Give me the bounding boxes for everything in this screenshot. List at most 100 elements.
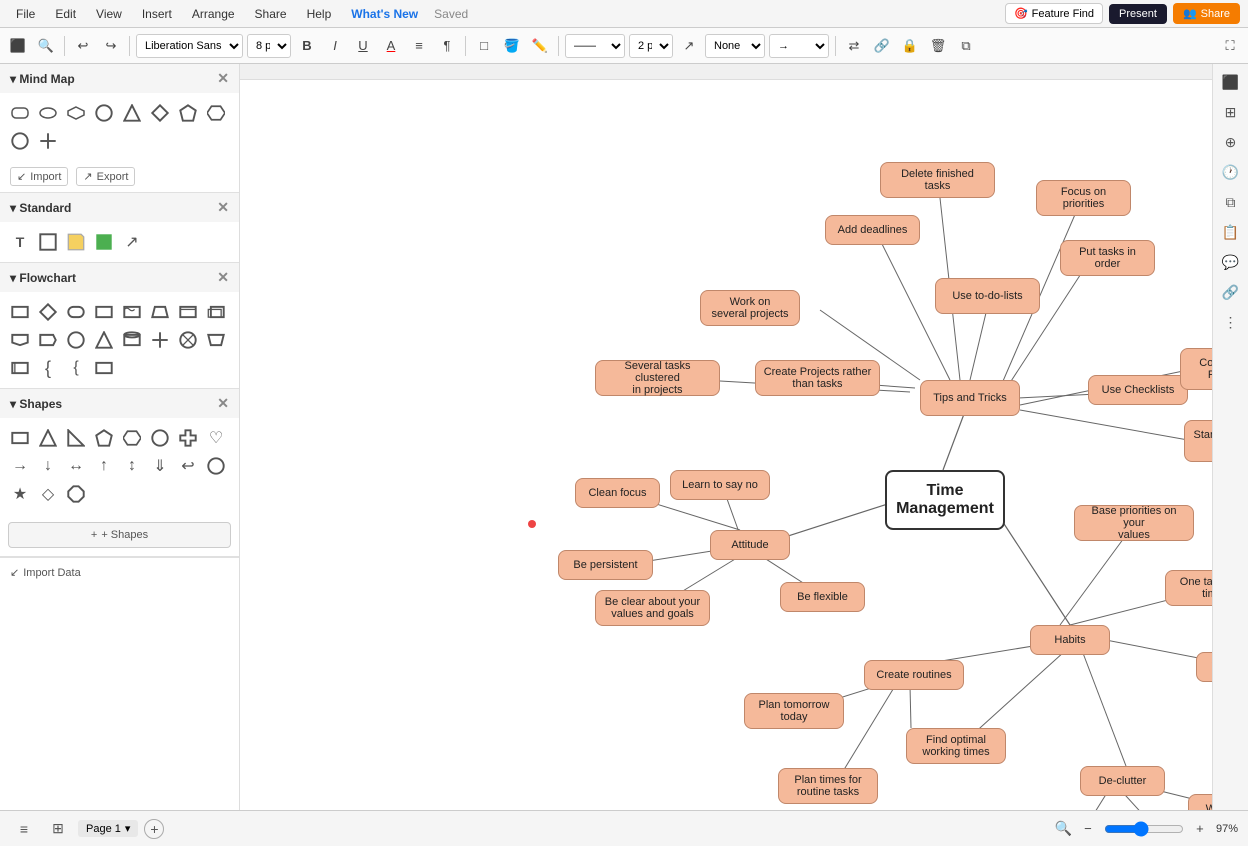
node-de-clutter[interactable]: De-clutter bbox=[1080, 766, 1165, 796]
fc-brace[interactable]: { bbox=[36, 356, 60, 380]
node-attitude[interactable]: Attitude bbox=[710, 530, 790, 560]
fc-trapezoid2[interactable] bbox=[204, 328, 228, 352]
fc-pentagon[interactable] bbox=[8, 328, 32, 352]
connection-select[interactable]: None bbox=[705, 34, 765, 58]
s-cross-shape[interactable] bbox=[176, 426, 200, 450]
add-shapes-button[interactable]: + + Shapes bbox=[8, 522, 231, 548]
present-button[interactable]: Present bbox=[1109, 4, 1167, 24]
export-btn[interactable]: ↗ Export bbox=[76, 167, 135, 186]
right-btn-layers[interactable]: ⧉ bbox=[1217, 188, 1245, 216]
s-return-arrow[interactable]: ↩ bbox=[176, 454, 200, 478]
fc-arrow-rect[interactable] bbox=[36, 328, 60, 352]
s-triangle[interactable] bbox=[36, 426, 60, 450]
fc-rect3[interactable] bbox=[176, 300, 200, 324]
add-page-btn[interactable]: + bbox=[144, 819, 164, 839]
right-btn-share2[interactable]: 🔗 bbox=[1217, 278, 1245, 306]
right-btn-clock[interactable]: 🕐 bbox=[1217, 158, 1245, 186]
reverse-btn[interactable]: ⇄ bbox=[842, 34, 866, 58]
node-create-projects[interactable]: Create Projects rather than tasks bbox=[755, 360, 880, 396]
underline-btn[interactable]: U bbox=[351, 34, 375, 58]
node-tips[interactable]: Tips and Tricks bbox=[920, 380, 1020, 416]
stroke-btn[interactable]: ✏️ bbox=[528, 34, 552, 58]
s-arrow-down[interactable]: ↓ bbox=[36, 454, 60, 478]
menu-edit[interactable]: Edit bbox=[47, 5, 84, 23]
node-be-persistent[interactable]: Be persistent bbox=[558, 550, 653, 580]
menu-view[interactable]: View bbox=[88, 5, 130, 23]
s-circle[interactable] bbox=[148, 426, 172, 450]
shape-pentagon[interactable] bbox=[176, 101, 200, 125]
shape-hexagon[interactable] bbox=[64, 101, 88, 125]
node-sop[interactable]: Standard Operating Procedures bbox=[1184, 420, 1212, 462]
standard-text[interactable]: T bbox=[8, 230, 32, 254]
arrow-select[interactable]: → bbox=[769, 34, 829, 58]
shape-circle2[interactable] bbox=[8, 129, 32, 153]
s-arrow-both[interactable]: ↕ bbox=[120, 454, 144, 478]
fc-rect5[interactable] bbox=[8, 356, 32, 380]
shape-triangle[interactable] bbox=[120, 101, 144, 125]
fc-cylinder[interactable] bbox=[120, 328, 144, 352]
s-arrow-left-right[interactable]: ↔ bbox=[64, 454, 88, 478]
s-right-triangle[interactable] bbox=[64, 426, 88, 450]
s-arrow-down2[interactable]: ⇓ bbox=[148, 454, 172, 478]
lock-btn[interactable]: 🔒 bbox=[898, 34, 922, 58]
duplicate-btn[interactable]: ⧉ bbox=[954, 34, 978, 58]
waypoint-btn[interactable]: ↗ bbox=[677, 34, 701, 58]
s-circle2[interactable] bbox=[204, 454, 228, 478]
delete-btn[interactable]: 🗑 bbox=[926, 34, 950, 58]
node-base-priorities[interactable]: Base priorities on your values bbox=[1074, 505, 1194, 541]
italic-btn[interactable]: I bbox=[323, 34, 347, 58]
bold-btn[interactable]: B bbox=[295, 34, 319, 58]
toolbar-redo-btn[interactable]: ↪ bbox=[99, 34, 123, 58]
shape-cross[interactable] bbox=[36, 129, 60, 153]
link-btn[interactable]: 🔗 bbox=[870, 34, 894, 58]
toolbar-search-btn[interactable]: 🔍 bbox=[34, 34, 58, 58]
shape-circle[interactable] bbox=[92, 101, 116, 125]
shapes-close[interactable]: ✕ bbox=[217, 395, 229, 412]
text-format-btn[interactable]: ¶ bbox=[435, 34, 459, 58]
menu-share[interactable]: Share bbox=[247, 5, 295, 23]
fc-rect4[interactable] bbox=[204, 300, 228, 324]
fc-diamond[interactable] bbox=[36, 300, 60, 324]
node-learn-say-no[interactable]: Learn to say no bbox=[670, 470, 770, 500]
node-comm-prefs[interactable]: Communication Preferences bbox=[1180, 348, 1212, 390]
fc-circle[interactable] bbox=[64, 328, 88, 352]
node-put-tasks-order[interactable]: Put tasks in order bbox=[1060, 240, 1155, 276]
node-write-down[interactable]: Write it down bbox=[1196, 652, 1212, 682]
node-focus-priorities[interactable]: Focus on priorities bbox=[1036, 180, 1131, 216]
shape-diamond[interactable] bbox=[148, 101, 172, 125]
node-use-todo[interactable]: Use to-do-lists bbox=[935, 278, 1040, 314]
fc-triangle[interactable] bbox=[92, 328, 116, 352]
right-btn-table[interactable]: ⊞ bbox=[1217, 98, 1245, 126]
toolbar-shapes-btn[interactable]: ⬛ bbox=[6, 34, 30, 58]
align-left-btn[interactable]: ≡ bbox=[407, 34, 431, 58]
standard-green-rect[interactable] bbox=[92, 230, 116, 254]
node-use-checklists[interactable]: Use Checklists bbox=[1088, 375, 1188, 405]
node-delete-tasks[interactable]: Delete finished tasks bbox=[880, 162, 995, 198]
node-several-tasks[interactable]: Several tasks clustered in projects bbox=[595, 360, 720, 396]
node-habits[interactable]: Habits bbox=[1030, 625, 1110, 655]
node-workspace[interactable]: Workspace bbox=[1188, 794, 1212, 810]
fc-rounded[interactable] bbox=[64, 300, 88, 324]
fc-rect2[interactable] bbox=[92, 300, 116, 324]
share-button[interactable]: 👥 Share bbox=[1173, 3, 1240, 24]
standard-note[interactable] bbox=[64, 230, 88, 254]
import-btn[interactable]: ↙ Import bbox=[10, 167, 68, 186]
menu-insert[interactable]: Insert bbox=[134, 5, 180, 23]
line-width-select[interactable]: 2 px bbox=[629, 34, 673, 58]
shape-ellipse-small[interactable] bbox=[36, 101, 60, 125]
font-size-select[interactable]: 8 pt bbox=[247, 34, 291, 58]
standard-close[interactable]: ✕ bbox=[217, 199, 229, 216]
right-btn-more[interactable]: ⋮ bbox=[1217, 308, 1245, 336]
zoom-out-btn[interactable]: − bbox=[1076, 817, 1100, 841]
zoom-slider[interactable] bbox=[1104, 821, 1184, 837]
s-hexagon[interactable] bbox=[120, 426, 144, 450]
fc-trapezoid[interactable] bbox=[148, 300, 172, 324]
fill-btn[interactable]: 🪣 bbox=[500, 34, 524, 58]
mind-map-header[interactable]: ▾ Mind Map ✕ bbox=[0, 64, 239, 93]
s-star[interactable]: ★ bbox=[8, 482, 32, 506]
bottom-list-view[interactable]: ≡ bbox=[10, 815, 38, 843]
node-add-deadlines[interactable]: Add deadlines bbox=[825, 215, 920, 245]
node-plan-tomorrow[interactable]: Plan tomorrow today bbox=[744, 693, 844, 729]
right-btn-insert[interactable]: ⊕ bbox=[1217, 128, 1245, 156]
feature-find-button[interactable]: 🎯 Feature Find bbox=[1005, 3, 1103, 24]
